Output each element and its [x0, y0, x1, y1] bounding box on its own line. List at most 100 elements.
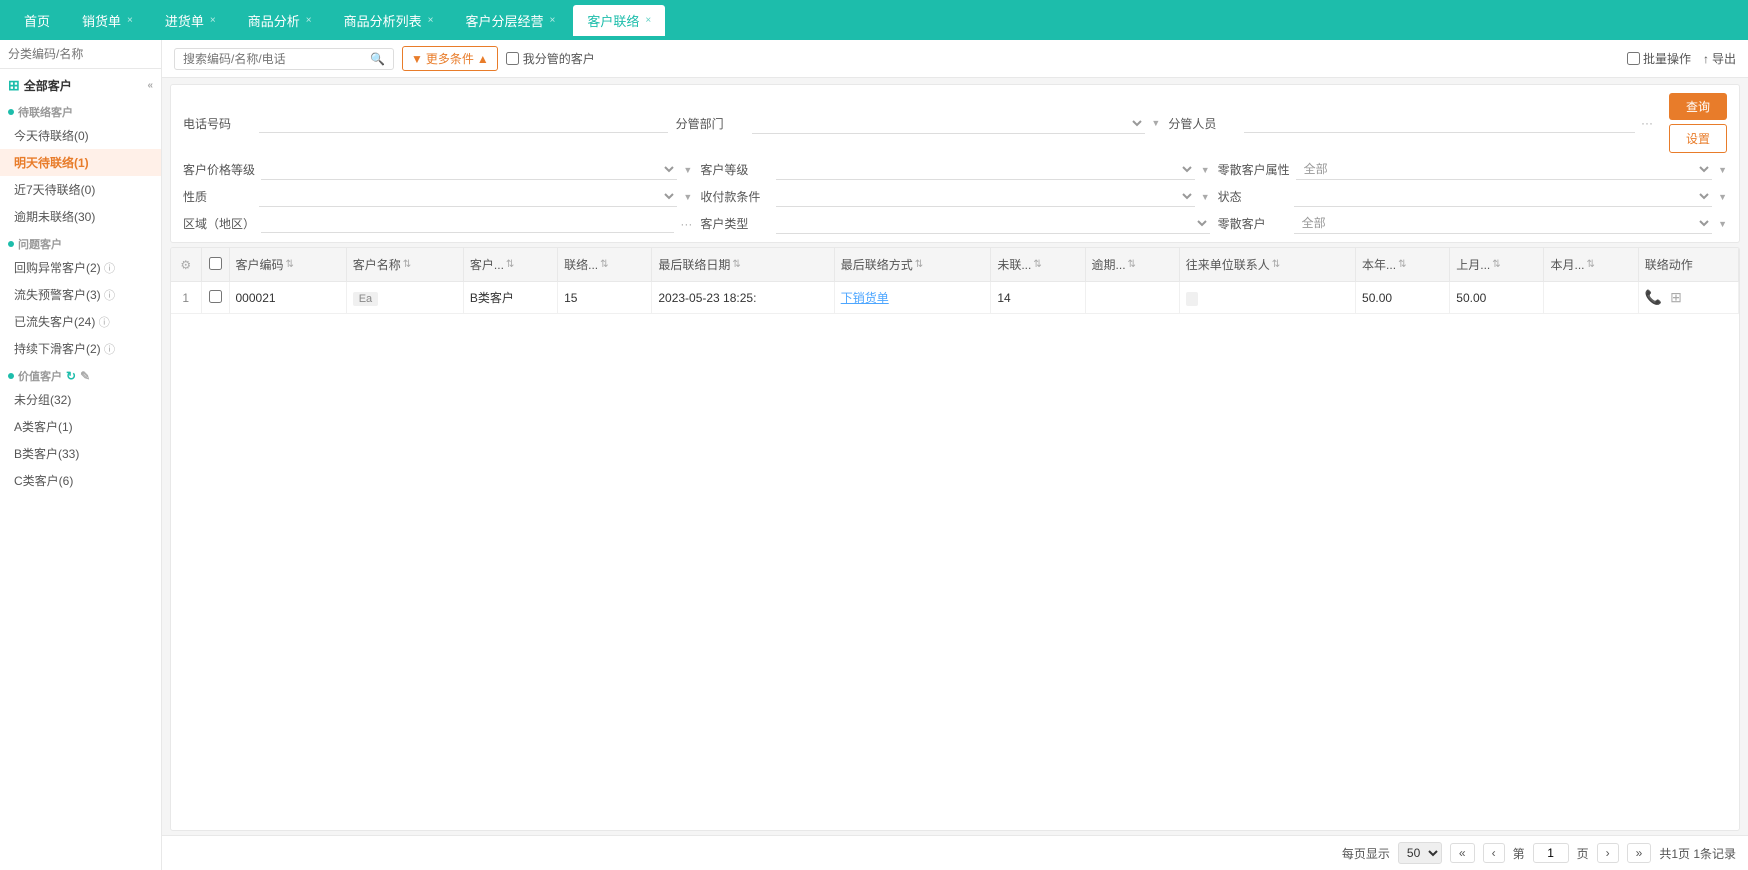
- first-page-button[interactable]: «: [1450, 843, 1475, 863]
- sidebar-item-week-contact[interactable]: 近7天待联络(0): [0, 176, 161, 203]
- zero-customer-select[interactable]: 全部: [1294, 213, 1712, 234]
- total-label: 共1页 1条记录: [1659, 845, 1736, 862]
- sidebar: 🔍 ⊞ 全部客户 « 待联络客户 今天待联络(0) 明天待联络(1) 近7天待联: [0, 40, 162, 870]
- sort-icon[interactable]: ⇅: [1033, 259, 1041, 270]
- per-page-select[interactable]: 50: [1398, 842, 1442, 864]
- area-input[interactable]: [261, 214, 674, 233]
- sort-icon[interactable]: ⇅: [915, 259, 923, 270]
- prev-page-button[interactable]: ‹: [1483, 843, 1505, 863]
- unit-contact-person: [1179, 282, 1355, 314]
- last-contact-date: 2023-05-23 18:25:: [652, 282, 834, 314]
- ellipsis-icon[interactable]: ···: [1641, 116, 1653, 130]
- sidebar-item-class-c[interactable]: C类客户(6): [0, 467, 161, 494]
- sort-icon[interactable]: ⇅: [1128, 259, 1136, 270]
- sidebar-item-churn-warning[interactable]: 流失预警客户(3) ⓘ: [0, 281, 161, 308]
- sidebar-search-input[interactable]: [8, 47, 162, 61]
- sidebar-item-today-contact[interactable]: 今天待联络(0): [0, 122, 161, 149]
- sort-icon[interactable]: ⇅: [1272, 259, 1280, 270]
- batch-operation-button[interactable]: 批量操作: [1627, 50, 1691, 67]
- export-button[interactable]: ↑ 导出: [1703, 50, 1736, 67]
- not-contact-days: 14: [991, 282, 1085, 314]
- nav-customer-layer[interactable]: 客户分层经营 ×: [451, 5, 569, 36]
- customer-level-select[interactable]: [776, 159, 1194, 180]
- nav-home[interactable]: 首页: [10, 5, 64, 36]
- row-checkbox[interactable]: [209, 290, 222, 303]
- batch-checkbox[interactable]: [1627, 52, 1640, 65]
- filter-phone: 电话号码: [183, 114, 668, 133]
- sort-icon[interactable]: ⇅: [1492, 259, 1500, 270]
- payment-select[interactable]: [776, 186, 1194, 207]
- set-button[interactable]: 设置: [1669, 124, 1727, 153]
- nav-goods-analysis-list[interactable]: 商品分析列表 ×: [330, 5, 448, 36]
- sidebar-all-customers[interactable]: ⊞ 全部客户 «: [0, 69, 161, 98]
- caret-down-icon: ▼: [1718, 165, 1727, 175]
- phone-input[interactable]: [259, 114, 668, 133]
- caret-down-icon: ▼: [1151, 118, 1160, 128]
- query-button[interactable]: 查询: [1669, 93, 1727, 120]
- close-icon[interactable]: ×: [549, 15, 555, 26]
- close-icon[interactable]: ×: [306, 15, 312, 26]
- col-settings[interactable]: ⚙: [171, 248, 201, 282]
- customer-type-select[interactable]: [776, 213, 1209, 234]
- phone-icon[interactable]: 📞: [1645, 289, 1662, 306]
- caret-up-icon: ▲: [477, 52, 489, 66]
- sort-icon[interactable]: ⇅: [732, 259, 740, 270]
- col-last-month: 上月... ⇅: [1450, 248, 1544, 282]
- my-customer-check[interactable]: [506, 52, 519, 65]
- gender-select[interactable]: [259, 186, 677, 207]
- sort-icon[interactable]: ⇅: [600, 259, 608, 270]
- manager-input[interactable]: [1244, 114, 1635, 133]
- nav-sales-order[interactable]: 销货单 ×: [68, 5, 147, 36]
- toolbar-right: 批量操作 ↑ 导出: [1627, 50, 1736, 67]
- zero-attr-select[interactable]: 全部: [1296, 159, 1712, 180]
- more-filter-button[interactable]: ▼ 更多条件 ▲: [402, 46, 498, 71]
- filter-department: 分管部门 ▼: [676, 113, 1161, 134]
- last-page-button[interactable]: »: [1627, 843, 1652, 863]
- close-icon[interactable]: ×: [127, 15, 133, 26]
- price-level-select[interactable]: [261, 159, 677, 180]
- search-input[interactable]: [183, 52, 366, 66]
- sort-icon[interactable]: ⇅: [286, 259, 294, 270]
- sidebar-item-ungrouped[interactable]: 未分组(32): [0, 386, 161, 413]
- grid-icon[interactable]: ⊞: [1670, 289, 1682, 306]
- next-page-button[interactable]: ›: [1597, 843, 1619, 863]
- filter-row-4: 区域（地区） ··· 客户类型 零散客户 全部: [183, 213, 1727, 234]
- department-select[interactable]: [752, 113, 1146, 134]
- customer-name: Ea: [346, 282, 463, 314]
- close-icon[interactable]: ×: [645, 15, 651, 26]
- customer-type: B类客户: [463, 282, 557, 314]
- close-icon[interactable]: ×: [428, 15, 434, 26]
- nav-customer-contact[interactable]: 客户联络 ×: [573, 5, 665, 36]
- sort-icon[interactable]: ⇅: [1398, 259, 1406, 270]
- sort-icon[interactable]: ⇅: [403, 259, 411, 270]
- filter-actions: 查询 设置: [1669, 93, 1727, 153]
- sidebar-item-class-a[interactable]: A类客户(1): [0, 413, 161, 440]
- top-nav: 首页 销货单 × 进货单 × 商品分析 × 商品分析列表 × 客户分层经营 × …: [0, 0, 1748, 40]
- sort-icon[interactable]: ⇅: [506, 259, 514, 270]
- col-code: 客户编码 ⇅: [229, 248, 346, 282]
- problem-customer-group: 问题客户: [0, 230, 161, 254]
- toolbar: 🔍 ▼ 更多条件 ▲ 我分管的客户 批量操作 ↑: [162, 40, 1748, 78]
- ellipsis-icon[interactable]: ···: [680, 217, 692, 231]
- search-icon[interactable]: 🔍: [370, 52, 385, 66]
- filter-panel: 电话号码 分管部门 ▼ 分管人员 ···: [170, 84, 1740, 243]
- table-row: 1 000021 Ea B类客户 15 2023-05-23 18:25:: [171, 282, 1739, 314]
- select-all-checkbox[interactable]: [209, 257, 222, 270]
- nav-purchase-order[interactable]: 进货单 ×: [151, 5, 230, 36]
- my-customer-checkbox[interactable]: 我分管的客户: [506, 50, 595, 67]
- sidebar-item-tomorrow-contact[interactable]: 明天待联络(1): [0, 149, 161, 176]
- sidebar-item-overdue-contact[interactable]: 逾期未联络(30): [0, 203, 161, 230]
- sidebar-item-class-b[interactable]: B类客户(33): [0, 440, 161, 467]
- sidebar-item-churned[interactable]: 已流失客户(24) ⓘ: [0, 308, 161, 335]
- current-page-input[interactable]: [1533, 843, 1569, 863]
- caret-down-icon: ▼: [683, 192, 692, 202]
- contact-way-link[interactable]: 下销货单: [841, 291, 889, 305]
- filter-customer-type: 客户类型: [700, 213, 1209, 234]
- sidebar-item-declining[interactable]: 持续下滑客户(2) ⓘ: [0, 335, 161, 362]
- status-select[interactable]: [1294, 186, 1712, 207]
- sidebar-item-repurchase-anomaly[interactable]: 回购异常客户(2) ⓘ: [0, 254, 161, 281]
- nav-goods-analysis[interactable]: 商品分析 ×: [234, 5, 326, 36]
- caret-down-icon: ▼: [1201, 165, 1210, 175]
- sort-icon[interactable]: ⇅: [1587, 259, 1595, 270]
- close-icon[interactable]: ×: [210, 15, 216, 26]
